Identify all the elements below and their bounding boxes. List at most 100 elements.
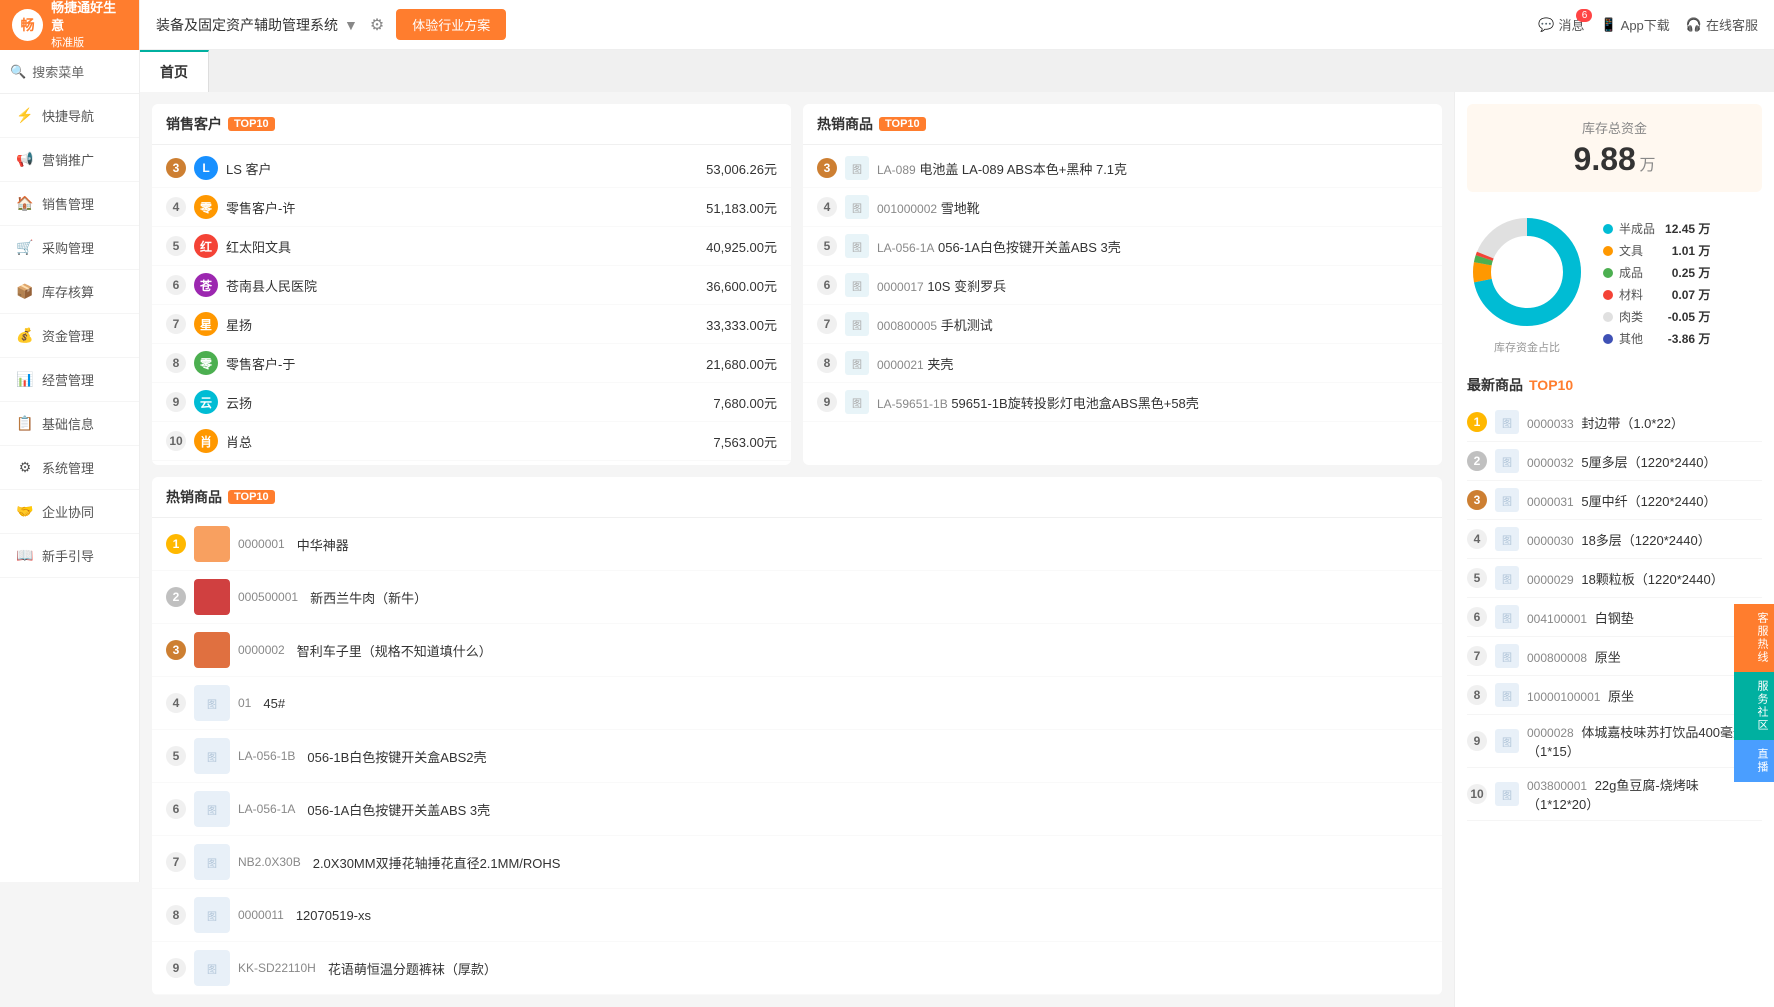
product-name: 花语萌恒温分题裤袜（厚款） (328, 959, 497, 978)
rank-number: 4 (166, 197, 186, 217)
list-item: 7 图 000800008 原坐 (1467, 637, 1762, 676)
product-thumb: 图 (845, 351, 869, 375)
message-icon: 💬 (1538, 17, 1554, 33)
chart-label: 库存资金占比 (1467, 339, 1587, 355)
legend-dot (1603, 290, 1613, 300)
floating-buttons: 客服热线 服务社区 直播 (1734, 604, 1774, 782)
nav-label: 系统管理 (42, 458, 94, 477)
list-item: 5 图 0000029 18颗粒板（1220*2440） (1467, 559, 1762, 598)
product-thumb: 图 (845, 390, 869, 414)
list-item: 6 图 LA-056-1A 056-1A白色按键开关盖ABS 3壳 (152, 783, 1442, 836)
legend-dot (1603, 224, 1613, 234)
sales-icon: 🏠 (16, 195, 34, 213)
nav-item-collab[interactable]: 🤝 企业协同 (0, 490, 139, 534)
nav-item-quicknav[interactable]: ⚡ 快捷导航 (0, 94, 139, 138)
rank-number: 4 (166, 693, 186, 713)
rank-number: 4 (1467, 529, 1487, 549)
customer-value: 7,680.00元 (713, 393, 777, 412)
product-sales-ranking-card: 热销商品 TOP10 3 图 LA-089 电池盖 LA-089 ABS本色+黑… (803, 104, 1442, 465)
rank-number: 9 (817, 392, 837, 412)
rank-number: 2 (166, 587, 186, 607)
rank-number: 3 (166, 158, 186, 178)
customer-value: 36,600.00元 (706, 276, 777, 295)
product-thumb-placeholder: 图 (194, 844, 230, 880)
list-item: 4 图 01 45# (152, 677, 1442, 730)
rank-number: 9 (1467, 731, 1487, 751)
table-row: 8 零 零售客户-于 21,680.00元 (152, 344, 791, 383)
service-community-btn[interactable]: 服务社区 (1734, 672, 1774, 740)
new-products-section: 最新商品 TOP10 1 图 0000033 封边带（1.0*22） 2 (1467, 375, 1762, 821)
product-thumb: 图 (845, 156, 869, 180)
inventory-unit: 万 (1639, 157, 1655, 174)
nav-item-operations[interactable]: 📊 经营管理 (0, 358, 139, 402)
dropdown-icon[interactable]: ▼ (344, 17, 358, 33)
search-icon: 🔍 (10, 64, 26, 80)
nav-item-base[interactable]: 📋 基础信息 (0, 402, 139, 446)
rank-number: 8 (166, 353, 186, 373)
inventory-total-card: 库存总资金 9.88 万 (1467, 104, 1762, 192)
product-info: LA-056-1A 056-1A白色按键开关盖ABS 3壳 (877, 237, 1428, 256)
legend-dot (1603, 246, 1613, 256)
product-sales-top10: TOP10 (879, 117, 926, 131)
product-name: 智利车子里（规格不知道填什么） (297, 641, 492, 660)
customer-ranking-header: 销售客户 TOP10 (152, 104, 791, 145)
messages-badge: 6 (1576, 9, 1592, 22)
trial-btn[interactable]: 体验行业方案 (396, 9, 506, 40)
product-info: 003800001 22g鱼豆腐-烧烤味（1*12*20） (1527, 775, 1762, 813)
list-item: 3 图 0000031 5厘中纤（1220*2440） (1467, 481, 1762, 520)
table-row: 6 图 0000017 10S 变刹罗兵 (803, 266, 1442, 305)
avatar: 红 (194, 234, 218, 258)
headset-icon: 🎧 (1686, 17, 1702, 33)
tab-home[interactable]: 首页 (140, 50, 209, 92)
rank-number: 4 (817, 197, 837, 217)
product-name: 12070519-xs (296, 908, 371, 923)
product-name: 2.0X30MM双捶花轴捶花直径2.1MM/ROHS (313, 853, 561, 872)
customer-value: 7,563.00元 (713, 432, 777, 451)
product-thumb: 图 (1495, 683, 1519, 707)
rank-number: 3 (1467, 490, 1487, 510)
customer-value: 33,333.00元 (706, 315, 777, 334)
settings-icon[interactable]: ⚙ (370, 15, 384, 35)
table-row: 4 图 001000002 雪地靴 (803, 188, 1442, 227)
rank-number: 1 (166, 534, 186, 554)
rank-number: 3 (817, 158, 837, 178)
product-thumb: 图 (1495, 644, 1519, 668)
app-download-btn[interactable]: 📱 App下载 (1600, 15, 1669, 34)
sidebar-search-area[interactable]: 🔍 搜索菜单 (0, 50, 139, 94)
nav-item-system[interactable]: ⚙ 系统管理 (0, 446, 139, 490)
rank-number: 6 (166, 275, 186, 295)
nav-item-inventory[interactable]: 📦 库存核算 (0, 270, 139, 314)
customer-top10-badge: TOP10 (228, 117, 275, 131)
customer-ranking-card: 销售客户 TOP10 3 L LS 客户 53,006.26元 4 (152, 104, 791, 465)
inventory-total-label: 库存总资金 (1481, 118, 1748, 137)
search-menu-btn[interactable]: 🔍 搜索菜单 (10, 58, 129, 85)
product-code: LA-056-1B (238, 749, 295, 763)
top-tables-row: 销售客户 TOP10 3 L LS 客户 53,006.26元 4 (152, 104, 1442, 465)
rank-number: 1 (1467, 412, 1487, 432)
product-thumb: 图 (1495, 410, 1519, 434)
product-info: 0000032 5厘多层（1220*2440） (1527, 452, 1762, 471)
system-icon: ⚙ (16, 459, 34, 477)
nav-item-sales[interactable]: 🏠 销售管理 (0, 182, 139, 226)
table-row: 3 L LS 客户 53,006.26元 (152, 149, 791, 188)
list-item: 5 图 LA-056-1B 056-1B白色按键开关盒ABS2壳 (152, 730, 1442, 783)
nav-item-marketing[interactable]: 📢 营销推广 (0, 138, 139, 182)
hot-products-top10: TOP10 (228, 490, 275, 504)
new-products-list: 1 图 0000033 封边带（1.0*22） 2 图 0000032 5厘多层… (1467, 403, 1762, 821)
product-sales-header: 热销商品 TOP10 (803, 104, 1442, 145)
product-thumb: 图 (845, 312, 869, 336)
product-info: 001000002 雪地靴 (877, 198, 1428, 217)
nav-item-purchase[interactable]: 🛒 采购管理 (0, 226, 139, 270)
list-item: 6 图 004100001 白钢垫 (1467, 598, 1762, 637)
hot-products-list: 1 0000001 中华神器 2 000500001 新西兰牛肉（新牛） 3 (152, 518, 1442, 995)
live-btn[interactable]: 直播 (1734, 740, 1774, 782)
rank-number: 9 (166, 958, 186, 978)
right-panel: 库存总资金 9.88 万 (1454, 92, 1774, 1007)
nav-item-guide[interactable]: 📖 新手引导 (0, 534, 139, 578)
messages-btn[interactable]: 💬 消息 6 (1538, 15, 1584, 34)
product-name: 新西兰牛肉（新牛） (310, 588, 427, 607)
customer-service-btn[interactable]: 客服热线 (1734, 604, 1774, 672)
online-service-btn[interactable]: 🎧 在线客服 (1686, 15, 1758, 34)
finance-icon: 💰 (16, 327, 34, 345)
nav-item-finance[interactable]: 💰 资金管理 (0, 314, 139, 358)
